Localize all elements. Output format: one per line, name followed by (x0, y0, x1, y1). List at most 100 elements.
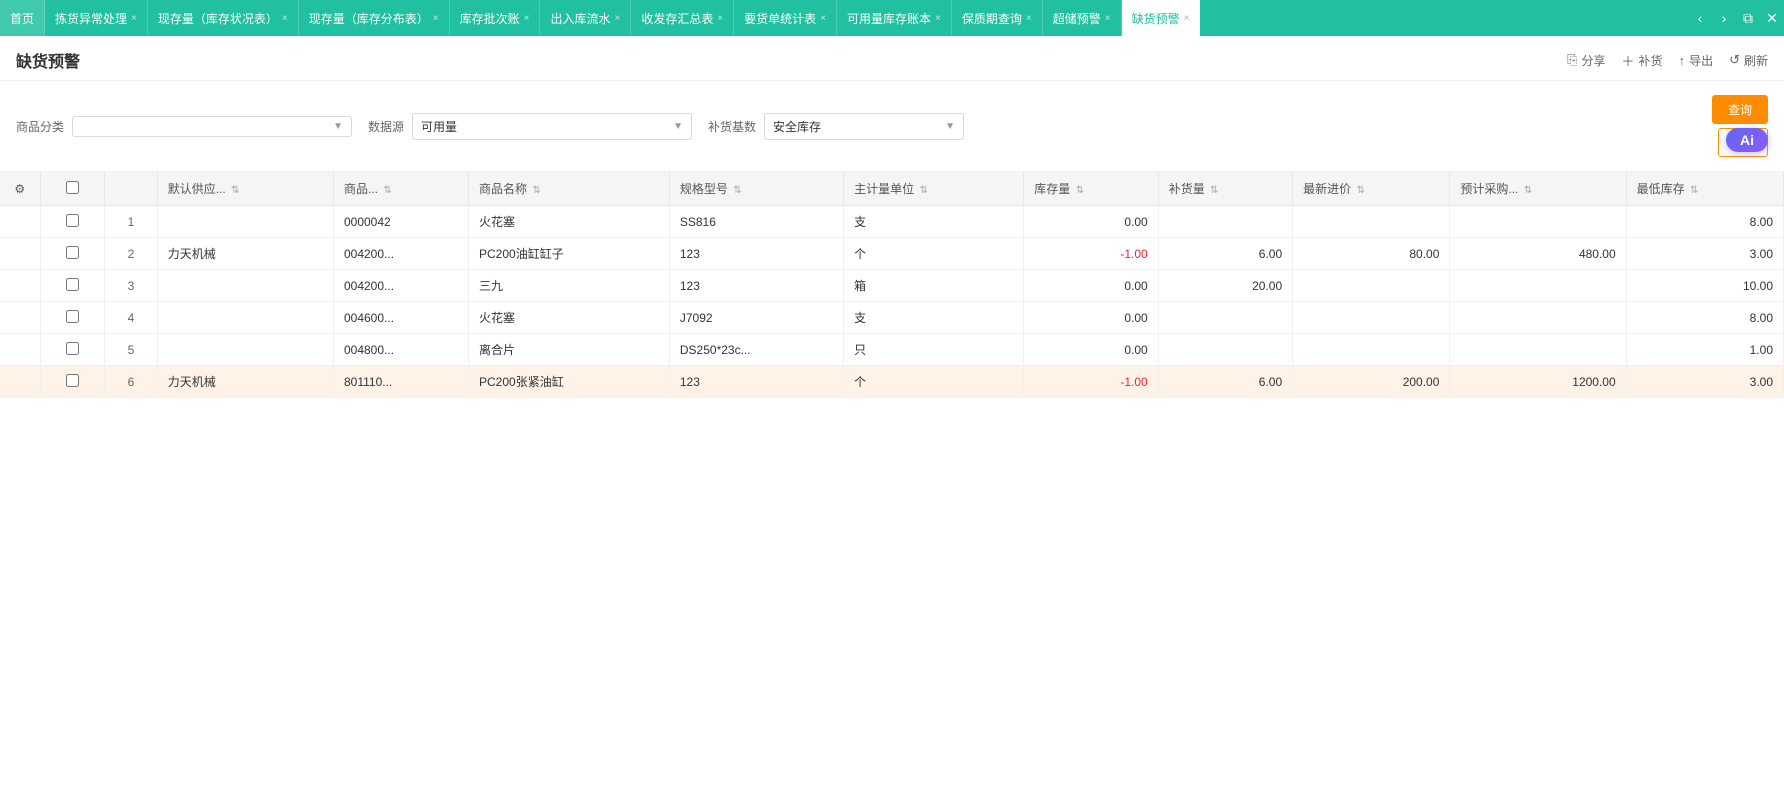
select-all-checkbox[interactable] (66, 181, 79, 194)
close-tab-overstock[interactable]: × (1105, 13, 1111, 24)
row-product-code: 004800... (333, 334, 468, 366)
window-close-btn[interactable]: ✕ (1760, 10, 1784, 27)
row-product-name: 离合片 (469, 334, 670, 366)
ai-button[interactable]: Ai (1726, 128, 1768, 152)
row-replenish-qty (1158, 206, 1292, 238)
col-spec-label: 规格型号 (680, 182, 728, 196)
datasource-chevron-icon: ▼ (673, 121, 683, 132)
row-supplier: 力天机械 (157, 238, 333, 270)
filter-area: 商品分类 ▼ 数据源 可用量 ▼ 补货基数 安全库存 ▼ 查询 设置 (0, 81, 1784, 172)
col-stock[interactable]: 库存量 ⇅ (1024, 172, 1158, 206)
table-row: 5004800...离合片DS250*23c...只0.001.00 (0, 334, 1784, 366)
row-checkbox[interactable] (66, 246, 79, 259)
replenish-base-label: 补货基数 (708, 118, 756, 135)
row-checkbox[interactable] (66, 342, 79, 355)
tab-expiry-query[interactable]: 保质期查询 × (952, 0, 1043, 36)
col-replenish-qty[interactable]: 补货量 ⇅ (1158, 172, 1292, 206)
close-tab-order[interactable]: × (820, 13, 826, 24)
tab-inventory-status[interactable]: 现存量（库存状况表） × (148, 0, 299, 36)
row-product-code: 004200... (333, 270, 468, 302)
tab-summary[interactable]: 收发存汇总表 × (631, 0, 734, 36)
row-checkbox[interactable] (66, 214, 79, 227)
row-number: 3 (105, 270, 158, 302)
row-product-name: 三九 (469, 270, 670, 302)
row-checkbox[interactable] (66, 310, 79, 323)
tab-home[interactable]: 首页 (0, 0, 45, 36)
col-unit[interactable]: 主计量单位 ⇅ (844, 172, 1024, 206)
col-estimated-purchase[interactable]: 预计采购... ⇅ (1450, 172, 1626, 206)
row-gear-cell (0, 334, 40, 366)
row-min-stock: 3.00 (1626, 238, 1783, 270)
filter-group-category: 商品分类 ▼ (16, 116, 352, 137)
tab-shortage-label: 缺货预警 (1132, 10, 1180, 27)
tab-nav-right[interactable]: › (1712, 10, 1736, 26)
row-supplier (157, 206, 333, 238)
row-checkbox[interactable] (66, 374, 79, 387)
table-row: 6力天机械801110...PC200张紧油缸123个-1.006.00200.… (0, 366, 1784, 398)
row-latest-price (1293, 334, 1450, 366)
close-tab-batch[interactable]: × (524, 13, 530, 24)
row-product-name: PC200张紧油缸 (469, 366, 670, 398)
tab-inventory-dist[interactable]: 现存量（库存分布表） × (299, 0, 450, 36)
window-restore-btn[interactable]: ⧉ (1736, 10, 1760, 27)
tab-order-stats-label: 要货单统计表 (744, 10, 816, 27)
close-tab-expiry[interactable]: × (1026, 13, 1032, 24)
tab-shortage[interactable]: 缺货预警 × (1122, 0, 1201, 36)
share-icon: ⎘ (1567, 52, 1577, 68)
replenish-base-select[interactable]: 安全库存 ▼ (764, 113, 964, 140)
tab-picking-exception[interactable]: 拣货异常处理 × (45, 0, 148, 36)
share-label: 分享 (1582, 52, 1606, 69)
replenish-base-value: 安全库存 (773, 118, 821, 135)
row-min-stock: 8.00 (1626, 302, 1783, 334)
row-spec: 123 (669, 366, 843, 398)
col-latest-price[interactable]: 最新进价 ⇅ (1293, 172, 1450, 206)
close-tab-ledger[interactable]: × (935, 13, 941, 24)
export-button[interactable]: ↑ 导出 (1679, 52, 1714, 69)
row-stock: 0.00 (1024, 270, 1158, 302)
tab-expiry-query-label: 保质期查询 (962, 10, 1022, 27)
row-checkbox[interactable] (66, 278, 79, 291)
datasource-select[interactable]: 可用量 ▼ (412, 113, 692, 140)
row-stock: 0.00 (1024, 302, 1158, 334)
close-tab-inv-status[interactable]: × (282, 13, 288, 24)
row-gear-cell (0, 206, 40, 238)
close-tab-shortage[interactable]: × (1184, 13, 1190, 24)
gear-icon[interactable]: ⚙ (14, 182, 25, 196)
tab-bar-right: ‹ › ⧉ ✕ (1688, 10, 1784, 27)
tab-overstock-label: 超储预警 (1053, 10, 1101, 27)
col-product-code[interactable]: 商品... ⇅ (333, 172, 468, 206)
category-select[interactable]: ▼ (72, 116, 352, 137)
col-default-supplier[interactable]: 默认供应... ⇅ (157, 172, 333, 206)
main-content: 缺货预警 ⎘ 分享 ＋ 补货 ↑ 导出 ↺ 刷新 商品分类 (0, 36, 1784, 796)
tab-nav-left[interactable]: ‹ (1688, 10, 1712, 26)
row-spec: 123 (669, 238, 843, 270)
tab-order-stats[interactable]: 要货单统计表 × (734, 0, 837, 36)
row-gear-cell (0, 366, 40, 398)
col-min-stock[interactable]: 最低库存 ⇅ (1626, 172, 1783, 206)
row-spec: SS816 (669, 206, 843, 238)
replenish-button[interactable]: ＋ 补货 (1622, 51, 1663, 70)
row-gear-cell (0, 238, 40, 270)
close-tab-picking[interactable]: × (131, 13, 137, 24)
table-row: 4004600...火花塞J7092支0.008.00 (0, 302, 1784, 334)
refresh-button[interactable]: ↺ 刷新 (1729, 52, 1768, 69)
close-tab-inv-dist[interactable]: × (433, 13, 439, 24)
sort-icon-name: ⇅ (532, 185, 540, 196)
tab-available-ledger[interactable]: 可用量库存账本 × (837, 0, 952, 36)
tab-inout-flow[interactable]: 出入库流水 × (540, 0, 631, 36)
close-tab-summary[interactable]: × (717, 13, 723, 24)
query-button[interactable]: 查询 (1712, 95, 1768, 124)
row-min-stock: 1.00 (1626, 334, 1783, 366)
tab-batch-account[interactable]: 库存批次账 × (450, 0, 541, 36)
row-checkbox-cell (40, 302, 105, 334)
col-estimated-purchase-label: 预计采购... (1460, 182, 1518, 196)
close-tab-inout[interactable]: × (614, 13, 620, 24)
col-spec[interactable]: 规格型号 ⇅ (669, 172, 843, 206)
tab-overstock[interactable]: 超储预警 × (1043, 0, 1122, 36)
col-product-name[interactable]: 商品名称 ⇅ (469, 172, 670, 206)
col-default-supplier-label: 默认供应... (168, 182, 226, 196)
share-button[interactable]: ⎘ 分享 (1567, 52, 1605, 69)
row-latest-price (1293, 270, 1450, 302)
row-gear-cell (0, 302, 40, 334)
table-body: 10000042火花塞SS816支0.008.002力天机械004200...P… (0, 206, 1784, 398)
